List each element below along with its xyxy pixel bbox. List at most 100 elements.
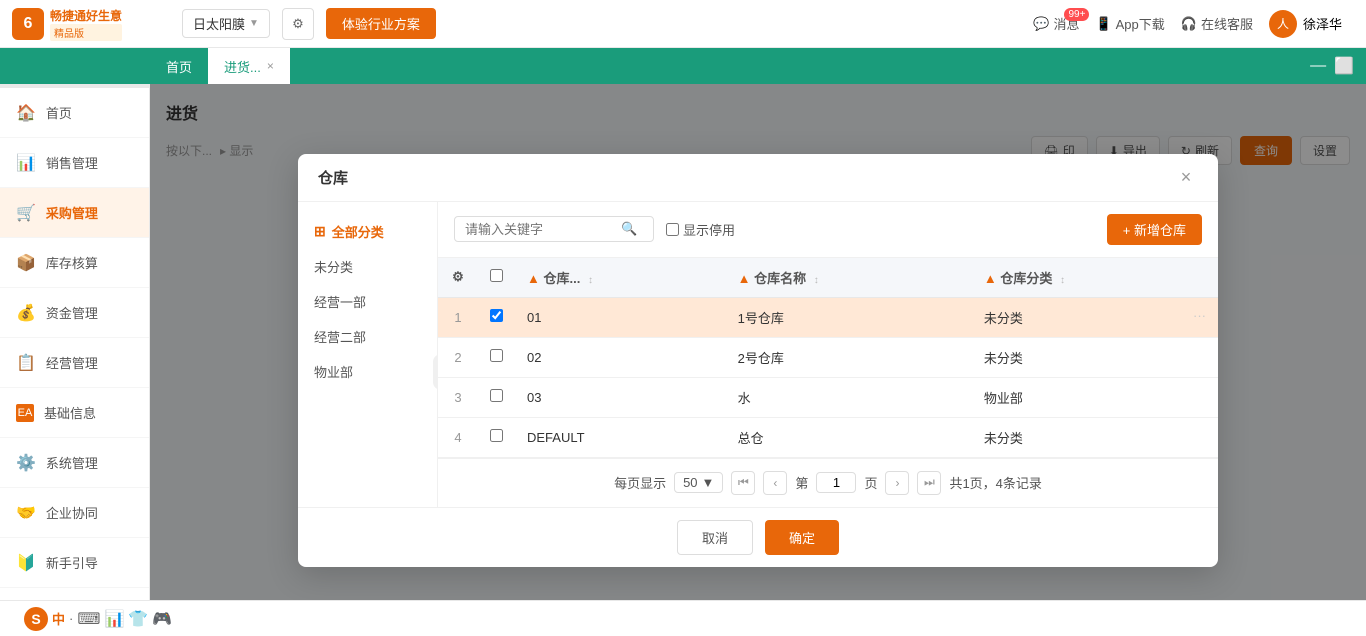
window-minimize-icon[interactable]: — [1310, 57, 1326, 75]
sidebar-item-system[interactable]: ⚙️ 系统管理 [0, 438, 149, 488]
row-name: 2号仓库 [726, 337, 972, 377]
app-download-button[interactable]: 📱 App下载 [1095, 14, 1164, 33]
sort-icon3: ▲ [984, 271, 997, 286]
table-row[interactable]: 3 03 水 物业部 [438, 377, 1218, 417]
prev-page-button[interactable]: ‹ [763, 471, 787, 495]
first-page-button[interactable]: ⏮ [731, 471, 755, 495]
table-body: 1 01 1号仓库 未分类··· 2 02 2号仓库 未分类 3 03 水 物业… [438, 297, 1218, 457]
category-sidebar: ⊞ 全部分类 未分类 经营一部 经营二部 物业部 [298, 202, 438, 507]
sidebar-item-enterprise[interactable]: 🤝 企业协同 [0, 488, 149, 538]
sidebar-item-basic[interactable]: EA 基础信息 [0, 388, 149, 438]
keyboard-icon[interactable]: ⌨ [77, 609, 100, 629]
data-table: ⚙ ▲ 仓库... ↕ [438, 258, 1218, 458]
sidebar-item-inventory[interactable]: 📦 库存核算 [0, 238, 149, 288]
select-all-checkbox[interactable] [490, 269, 503, 282]
category-item-unclassified[interactable]: 未分类 [298, 249, 437, 284]
col-category: ▲ 仓库分类 ↕ [972, 258, 1218, 298]
sidebar-item-finance[interactable]: 💰 资金管理 [0, 288, 149, 338]
sidebar-item-operation[interactable]: 📋 经营管理 [0, 338, 149, 388]
row-checkbox[interactable] [490, 429, 503, 442]
table-row[interactable]: 1 01 1号仓库 未分类··· [438, 297, 1218, 337]
row-more-button[interactable]: ··· [1193, 308, 1206, 323]
tab-close-icon[interactable]: × [267, 59, 274, 73]
category-item-all[interactable]: ⊞ 全部分类 [298, 214, 437, 249]
home-icon: 🏠 [16, 103, 36, 123]
top-header: 6 畅捷通好生意 精品版 日太阳膜 ▼ ⚙ 体验行业方案 💬 消息 99+ 📱 … [0, 0, 1366, 48]
warehouse-modal: 仓库 × ⊞ 全部分类 未分类 经营一 [298, 154, 1218, 567]
category-collapse-button[interactable]: 《 [433, 354, 438, 390]
row-checkbox-cell [478, 377, 515, 417]
sort-arrow2-icon: ↕ [814, 275, 819, 286]
row-name: 水 [726, 377, 972, 417]
search-input[interactable] [465, 222, 615, 237]
category-item-property[interactable]: 物业部 [298, 354, 437, 389]
row-name: 总仓 [726, 417, 972, 457]
row-checkbox-cell [478, 297, 515, 337]
bottom-bar: S 中 · ⌨ 📊 👕 🎮 [0, 600, 1366, 636]
row-checkbox-cell [478, 417, 515, 457]
col-name: ▲ 仓库名称 ↕ [726, 258, 972, 298]
sidebar-item-home[interactable]: 🏠 首页 [0, 88, 149, 138]
sort-icon2: ▲ [738, 271, 751, 286]
next-page-button[interactable]: › [885, 471, 909, 495]
header-middle: 日太阳膜 ▼ ⚙ 体验行业方案 [162, 8, 1033, 40]
table-toolbar: 🔍 显示停用 + 新增仓库 [438, 202, 1218, 258]
tab-home[interactable]: 首页 [150, 48, 208, 84]
message-button[interactable]: 💬 消息 99+ [1033, 14, 1079, 33]
user-area[interactable]: 人 徐泽华 [1269, 10, 1342, 38]
row-checkbox[interactable] [490, 309, 503, 322]
gamepad-icon[interactable]: 🎮 [152, 609, 172, 629]
table-row[interactable]: 2 02 2号仓库 未分类 [438, 337, 1218, 377]
trial-button[interactable]: 体验行业方案 [326, 8, 436, 39]
window-maximize-icon[interactable]: ⬜ [1334, 56, 1354, 76]
brand-s-icon: S [24, 607, 48, 631]
per-page-select[interactable]: 50 ▼ [674, 472, 723, 493]
notification-badge: 99+ [1064, 8, 1089, 21]
message-icon: 💬 [1033, 16, 1049, 32]
row-code: DEFAULT [515, 417, 726, 457]
purchase-icon: 🛒 [16, 203, 36, 223]
page-number-input[interactable] [816, 472, 856, 493]
modal-close-button[interactable]: × [1174, 165, 1198, 189]
header-right: 💬 消息 99+ 📱 App下载 🎧 在线客服 人 徐泽华 [1033, 10, 1354, 38]
confirm-button[interactable]: 确定 [765, 520, 839, 555]
sort-icon: ▲ [527, 271, 540, 286]
guide-icon: 🔰 [16, 553, 36, 573]
sidebar-item-purchase[interactable]: 🛒 采购管理 [0, 188, 149, 238]
sidebar-item-sales[interactable]: 📊 销售管理 [0, 138, 149, 188]
modal-title: 仓库 [318, 167, 348, 188]
category-item-operations1[interactable]: 经营一部 [298, 284, 437, 319]
row-number: 2 [438, 337, 478, 377]
system-icon: ⚙️ [16, 453, 36, 473]
row-code: 01 [515, 297, 726, 337]
avatar: 人 [1269, 10, 1297, 38]
show-disabled-input[interactable] [666, 223, 679, 236]
inventory-icon: 📦 [16, 253, 36, 273]
table-area: 🔍 显示停用 + 新增仓库 [438, 202, 1218, 507]
add-warehouse-button[interactable]: + 新增仓库 [1107, 214, 1202, 245]
row-category: 未分类··· [972, 297, 1218, 337]
row-checkbox[interactable] [490, 349, 503, 362]
finance-icon: 💰 [16, 303, 36, 323]
chart-icon[interactable]: 📊 [104, 609, 124, 629]
table-row[interactable]: 4 DEFAULT 总仓 未分类 [438, 417, 1218, 457]
cancel-button[interactable]: 取消 [677, 520, 753, 555]
shirt-icon[interactable]: 👕 [128, 609, 148, 629]
enterprise-icon: 🤝 [16, 503, 36, 523]
modal-header: 仓库 × [298, 154, 1218, 202]
sidebar-item-guide[interactable]: 🔰 新手引导 [0, 538, 149, 588]
logo-area: 6 畅捷通好生意 精品版 [12, 7, 162, 41]
store-selector[interactable]: 日太阳膜 ▼ [182, 9, 270, 38]
row-code: 03 [515, 377, 726, 417]
gear-button[interactable]: ⚙ [282, 8, 314, 40]
customer-service-button[interactable]: 🎧 在线客服 [1181, 14, 1253, 33]
pagination: 每页显示 50 ▼ ⏮ ‹ 第 页 › ⏭ 共1页 [438, 458, 1218, 507]
main-layout: 🏠 首页 📊 销售管理 🛒 采购管理 📦 库存核算 💰 资金管理 📋 经营管理 … [0, 84, 1366, 636]
show-disabled-checkbox[interactable]: 显示停用 [666, 220, 735, 239]
operation-icon: 📋 [16, 353, 36, 373]
row-checkbox[interactable] [490, 389, 503, 402]
row-number: 4 [438, 417, 478, 457]
tab-purchase[interactable]: 进货... × [208, 48, 290, 84]
last-page-button[interactable]: ⏭ [917, 471, 941, 495]
category-item-operations2[interactable]: 经营二部 [298, 319, 437, 354]
